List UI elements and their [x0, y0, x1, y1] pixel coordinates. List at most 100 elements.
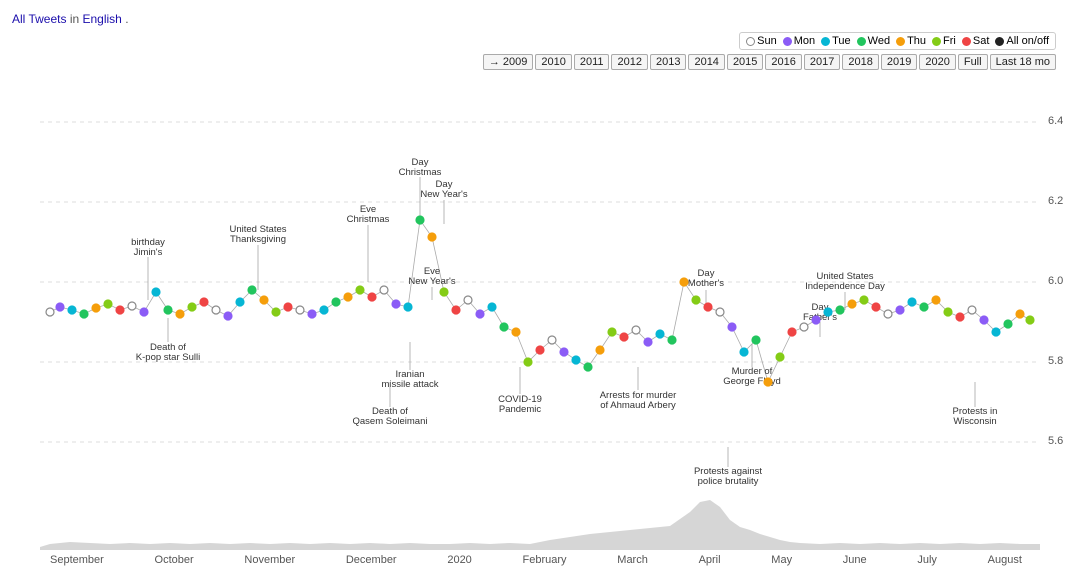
data-dot[interactable]: [704, 303, 712, 311]
data-dot[interactable]: [872, 303, 880, 311]
data-dot[interactable]: [308, 310, 316, 318]
data-dot[interactable]: [740, 348, 748, 356]
data-dot[interactable]: [848, 300, 856, 308]
data-dot[interactable]: [260, 296, 268, 304]
data-dot[interactable]: [764, 378, 772, 386]
legend-item-sat[interactable]: Sat: [962, 35, 990, 47]
data-dot[interactable]: [380, 286, 388, 294]
data-dot[interactable]: [644, 338, 652, 346]
data-dot[interactable]: [608, 328, 616, 336]
data-dot[interactable]: [812, 316, 820, 324]
data-dot[interactable]: [776, 353, 784, 361]
data-dot[interactable]: [896, 306, 904, 314]
data-dot[interactable]: [692, 296, 700, 304]
legend-item-tue[interactable]: Tue: [821, 35, 851, 47]
data-dot[interactable]: [356, 286, 364, 294]
jump-btn-12[interactable]: Full: [958, 54, 988, 70]
data-dot[interactable]: [1016, 310, 1024, 318]
jump-btn-4[interactable]: 2013: [650, 54, 686, 70]
data-dot[interactable]: [272, 308, 280, 316]
data-dot[interactable]: [128, 302, 136, 310]
data-dot[interactable]: [596, 346, 604, 354]
data-dot[interactable]: [236, 298, 244, 306]
legend-item-wed[interactable]: Wed: [857, 35, 890, 47]
jump-btn-5[interactable]: 2014: [688, 54, 724, 70]
data-dot[interactable]: [656, 330, 664, 338]
data-dot[interactable]: [248, 286, 256, 294]
data-dot[interactable]: [908, 298, 916, 306]
data-dot[interactable]: [368, 293, 376, 301]
jump-btn-13[interactable]: Last 18 mo: [990, 54, 1056, 70]
data-dot[interactable]: [1026, 316, 1034, 324]
data-dot[interactable]: [524, 358, 532, 366]
data-dot[interactable]: [824, 308, 832, 316]
data-dot[interactable]: [104, 300, 112, 308]
legend-item-all-on/off[interactable]: All on/off: [995, 35, 1049, 47]
data-dot[interactable]: [560, 348, 568, 356]
data-dot[interactable]: [944, 308, 952, 316]
jump-btn-3[interactable]: 2012: [611, 54, 647, 70]
data-dot[interactable]: [752, 336, 760, 344]
legend-item-sun[interactable]: Sun: [746, 35, 777, 47]
data-dot[interactable]: [992, 328, 1000, 336]
data-dot[interactable]: [140, 308, 148, 316]
data-dot[interactable]: [116, 306, 124, 314]
all-tweets-link[interactable]: All Tweets: [12, 12, 66, 26]
jump-btn-0[interactable]: → 2009: [483, 54, 534, 70]
data-dot[interactable]: [176, 310, 184, 318]
data-dot[interactable]: [476, 310, 484, 318]
data-dot[interactable]: [164, 306, 172, 314]
jump-btn-9[interactable]: 2018: [842, 54, 878, 70]
data-dot[interactable]: [536, 346, 544, 354]
data-dot[interactable]: [440, 288, 448, 296]
data-dot[interactable]: [404, 303, 412, 311]
data-dot[interactable]: [860, 296, 868, 304]
data-dot[interactable]: [92, 304, 100, 312]
data-dot[interactable]: [464, 296, 472, 304]
data-dot[interactable]: [392, 300, 400, 308]
data-dot[interactable]: [1004, 320, 1012, 328]
data-dot[interactable]: [152, 288, 160, 296]
data-dot[interactable]: [632, 326, 640, 334]
data-dot[interactable]: [500, 323, 508, 331]
data-dot[interactable]: [716, 308, 724, 316]
data-dot[interactable]: [836, 306, 844, 314]
legend-item-fri[interactable]: Fri: [932, 35, 956, 47]
data-dot[interactable]: [56, 303, 64, 311]
legend-item-mon[interactable]: Mon: [783, 35, 815, 47]
data-dot[interactable]: [188, 303, 196, 311]
data-dot[interactable]: [800, 323, 808, 331]
data-dot[interactable]: [668, 336, 676, 344]
english-link[interactable]: English: [83, 12, 122, 26]
jump-btn-2[interactable]: 2011: [574, 54, 610, 70]
jump-btn-8[interactable]: 2017: [804, 54, 840, 70]
data-dot[interactable]: [512, 328, 520, 336]
data-dot[interactable]: [284, 303, 292, 311]
data-dot[interactable]: [620, 333, 628, 341]
jump-btn-11[interactable]: 2020: [919, 54, 955, 70]
jump-btn-1[interactable]: 2010: [535, 54, 571, 70]
data-dot[interactable]: [320, 306, 328, 314]
data-dot[interactable]: [968, 306, 976, 314]
data-dot[interactable]: [548, 336, 556, 344]
data-dot[interactable]: [728, 323, 736, 331]
jump-btn-7[interactable]: 2016: [765, 54, 801, 70]
data-dot[interactable]: [932, 296, 940, 304]
data-dot[interactable]: [884, 310, 892, 318]
data-dot[interactable]: [956, 313, 964, 321]
jump-btn-10[interactable]: 2019: [881, 54, 917, 70]
jump-btn-6[interactable]: 2015: [727, 54, 763, 70]
data-dot[interactable]: [224, 312, 232, 320]
data-dot[interactable]: [46, 308, 54, 316]
data-dot[interactable]: [920, 303, 928, 311]
legend-item-thu[interactable]: Thu: [896, 35, 926, 47]
data-dot[interactable]: [80, 310, 88, 318]
data-dot[interactable]: [332, 298, 340, 306]
data-dot[interactable]: [344, 293, 352, 301]
data-dot[interactable]: [980, 316, 988, 324]
data-dot[interactable]: [680, 278, 688, 286]
data-dot[interactable]: [416, 216, 424, 224]
data-dot[interactable]: [212, 306, 220, 314]
data-dot[interactable]: [452, 306, 460, 314]
data-dot[interactable]: [296, 306, 304, 314]
